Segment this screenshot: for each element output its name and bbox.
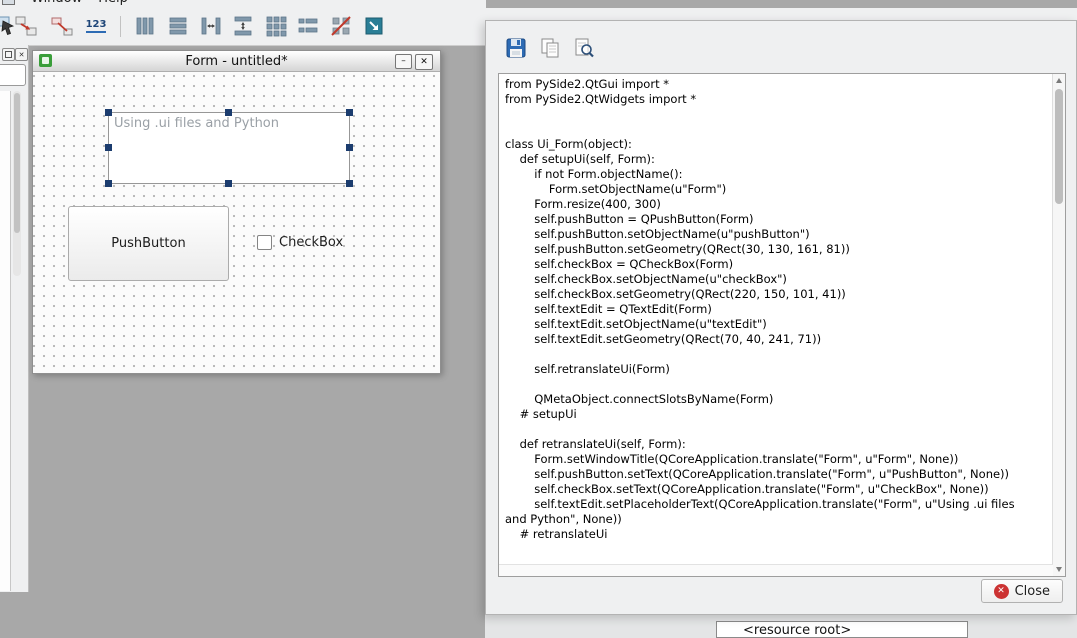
minimize-button[interactable]: – bbox=[395, 54, 412, 69]
widget-list-scrollbar[interactable] bbox=[13, 91, 21, 276]
scroll-down-icon[interactable] bbox=[1056, 567, 1062, 572]
checkbox-widget[interactable]: CheckBox bbox=[257, 233, 343, 251]
scrollbar-thumb[interactable] bbox=[1055, 89, 1063, 204]
code-hscrollbar[interactable] bbox=[499, 564, 1053, 576]
scroll-up-icon[interactable] bbox=[1056, 78, 1062, 83]
menubar: Window Help bbox=[0, 0, 486, 8]
code-dialog-toolbar bbox=[504, 36, 596, 60]
qt-designer-screen: Window Help 123 bbox=[0, 0, 1077, 638]
resource-root-item[interactable]: <resource root> bbox=[716, 621, 968, 638]
selection-handle[interactable] bbox=[225, 109, 232, 116]
selection-handle[interactable] bbox=[346, 144, 353, 151]
code-vscrollbar[interactable] bbox=[1052, 74, 1065, 576]
pushbutton-widget[interactable]: PushButton bbox=[68, 206, 229, 281]
widget-filter-input[interactable] bbox=[0, 64, 26, 86]
break-layout-icon[interactable] bbox=[329, 14, 353, 38]
textedit-placeholder: Using .ui files and Python bbox=[114, 116, 279, 131]
save-icon[interactable] bbox=[504, 36, 528, 60]
form-canvas[interactable]: Using .ui files and Python PushButton Ch… bbox=[33, 72, 440, 372]
code-view[interactable]: from PySide2.QtGui import * from PySide2… bbox=[498, 73, 1066, 577]
edit-tab-order-icon[interactable]: 123 bbox=[84, 14, 108, 38]
layout-vertical-icon[interactable] bbox=[166, 14, 190, 38]
menu-help[interactable]: Help bbox=[98, 0, 128, 6]
layout-form-icon[interactable] bbox=[296, 14, 320, 38]
toolbar-separator bbox=[120, 16, 121, 37]
selection-handle[interactable] bbox=[105, 144, 112, 151]
dialog-close-button[interactable]: ✕ Close bbox=[981, 579, 1063, 603]
edit-signals-slots-icon[interactable] bbox=[14, 14, 38, 38]
selection-handle[interactable] bbox=[346, 109, 353, 116]
dock-close-button[interactable]: ✕ bbox=[15, 48, 28, 61]
scrollbar-thumb[interactable] bbox=[14, 93, 20, 233]
selection-handle[interactable] bbox=[105, 180, 112, 187]
widget-box-panel: ✕ bbox=[0, 45, 29, 592]
form-designer-window: Form - untitled* – ✕ Using .ui files and… bbox=[32, 50, 441, 374]
find-icon[interactable] bbox=[572, 36, 596, 60]
selection-handle[interactable] bbox=[346, 180, 353, 187]
selection-handle[interactable] bbox=[225, 180, 232, 187]
tab-order-digits: 123 bbox=[86, 19, 107, 33]
dock-float-button[interactable] bbox=[2, 48, 15, 61]
selection-handle[interactable] bbox=[105, 109, 112, 116]
checkbox-indicator[interactable] bbox=[257, 235, 272, 250]
close-circle-icon: ✕ bbox=[994, 584, 1009, 599]
layout-grid-icon[interactable] bbox=[264, 14, 288, 38]
widget-list-fragment bbox=[0, 91, 11, 591]
menu-window[interactable]: Window bbox=[31, 0, 82, 6]
resource-root-label: <resource root> bbox=[743, 623, 851, 638]
form-window-titlebar[interactable]: Form - untitled* – ✕ bbox=[33, 51, 440, 72]
copy-icon[interactable] bbox=[538, 36, 562, 60]
adjust-size-icon[interactable] bbox=[362, 14, 386, 38]
float-icon bbox=[5, 51, 12, 58]
window-close-button[interactable]: ✕ bbox=[415, 54, 433, 70]
layout-vertical-splitter-icon[interactable] bbox=[231, 14, 255, 38]
python-code: from PySide2.QtGui import * from PySide2… bbox=[499, 74, 1065, 545]
edit-buddies-icon[interactable] bbox=[50, 14, 74, 38]
resource-browser-fragment: <resource root> bbox=[485, 615, 1077, 638]
app-menu-icon[interactable] bbox=[2, 0, 15, 5]
checkbox-label: CheckBox bbox=[279, 235, 343, 250]
layout-horizontal-icon[interactable] bbox=[133, 14, 157, 38]
form-window-title: Form - untitled* bbox=[33, 54, 440, 69]
close-button-label: Close bbox=[1015, 584, 1050, 599]
textedit-widget[interactable]: Using .ui files and Python bbox=[108, 112, 350, 184]
layout-horizontal-splitter-icon[interactable] bbox=[199, 14, 223, 38]
python-code-dialog: from PySide2.QtGui import * from PySide2… bbox=[485, 20, 1077, 615]
